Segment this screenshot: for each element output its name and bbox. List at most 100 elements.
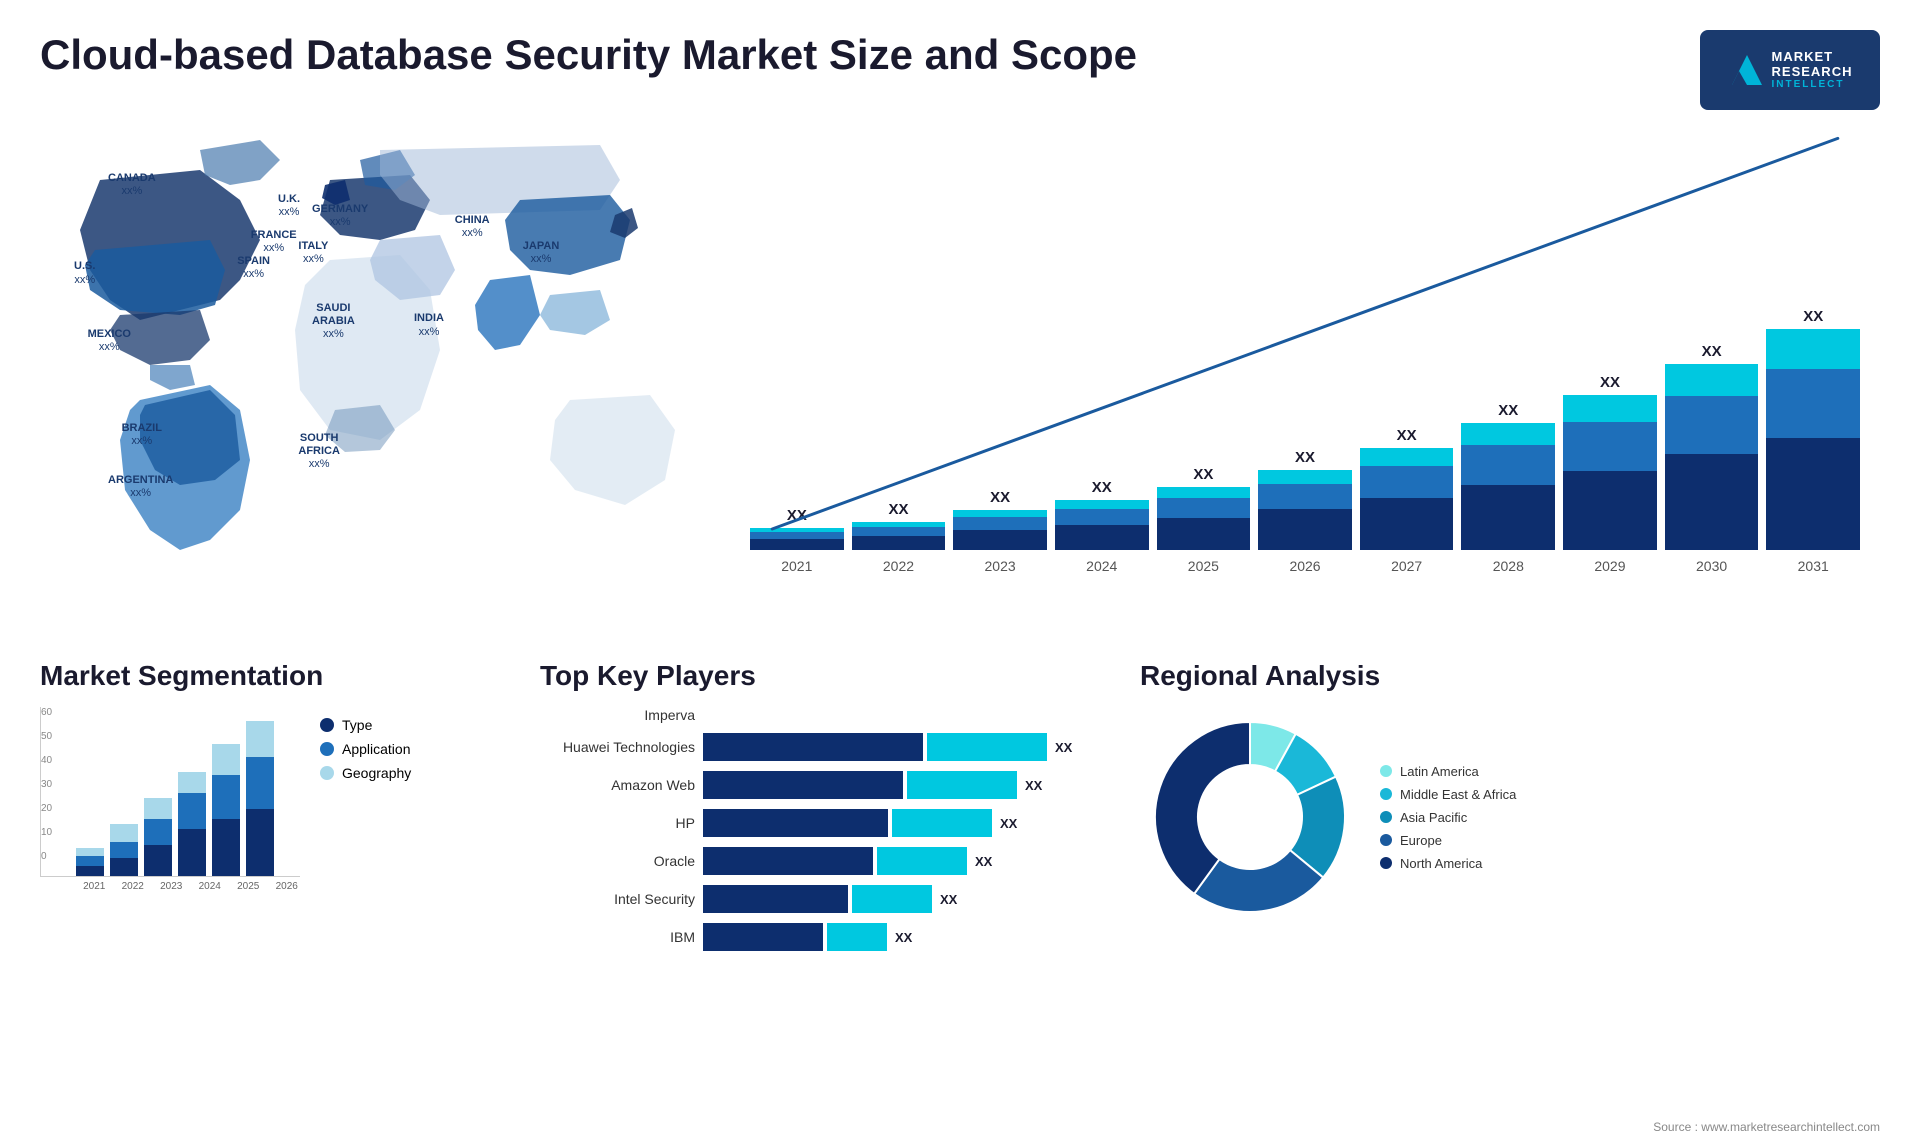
bar-year: 2022 bbox=[852, 558, 946, 574]
seg-type bbox=[178, 829, 206, 876]
player-bar-seg2 bbox=[892, 809, 992, 837]
bar-seg3 bbox=[953, 510, 1047, 517]
bar-group: XX bbox=[852, 501, 946, 550]
page-title: Cloud-based Database Security Market Siz… bbox=[40, 30, 1137, 80]
player-name: Intel Security bbox=[540, 891, 695, 907]
donut-legend-dot bbox=[1380, 834, 1392, 846]
key-players-section: Top Key Players ImpervaHuawei Technologi… bbox=[540, 660, 1120, 961]
player-bar-seg2 bbox=[827, 923, 887, 951]
bar-year: 2027 bbox=[1360, 558, 1454, 574]
player-value: XX bbox=[1025, 778, 1042, 793]
player-bar-container: XX bbox=[703, 809, 1017, 837]
player-bar-seg1 bbox=[703, 923, 823, 951]
seg-bar-group bbox=[110, 824, 138, 876]
bar-seg2 bbox=[1157, 498, 1251, 518]
player-name: IBM bbox=[540, 929, 695, 945]
player-row: OracleXX bbox=[540, 847, 1120, 875]
seg-app bbox=[76, 856, 104, 866]
seg-geo bbox=[178, 772, 206, 793]
player-bar-seg1 bbox=[703, 885, 848, 913]
seg-app bbox=[110, 842, 138, 858]
donut-legend-label: North America bbox=[1400, 856, 1482, 871]
donut-legend-dot bbox=[1380, 811, 1392, 823]
bar-seg1 bbox=[1461, 485, 1555, 550]
seg-geo bbox=[246, 721, 274, 757]
seg-bar-group bbox=[144, 798, 172, 876]
bar-group: XX bbox=[953, 489, 1047, 550]
seg-year: 2025 bbox=[235, 881, 262, 892]
logo-line3: INTELLECT bbox=[1772, 79, 1853, 90]
seg-type bbox=[110, 858, 138, 876]
bar-top-label: XX bbox=[1193, 466, 1213, 483]
player-row: HP XX bbox=[540, 809, 1120, 837]
player-value: XX bbox=[1055, 740, 1072, 755]
bar-year: 2029 bbox=[1563, 558, 1657, 574]
bar-seg3 bbox=[1157, 487, 1251, 498]
donut-legend-label: Europe bbox=[1400, 833, 1442, 848]
bar-seg2 bbox=[1665, 396, 1759, 454]
bar-seg1 bbox=[1055, 525, 1149, 550]
china-label: CHINAxx% bbox=[455, 214, 490, 240]
seg-year: 2024 bbox=[197, 881, 224, 892]
bar-year: 2021 bbox=[750, 558, 844, 574]
player-value: XX bbox=[940, 892, 957, 907]
france-label: FRANCExx% bbox=[251, 229, 297, 255]
bar-seg3 bbox=[1055, 500, 1149, 509]
bar-year: 2028 bbox=[1461, 558, 1555, 574]
seg-type bbox=[212, 819, 240, 876]
bar-seg2 bbox=[953, 517, 1047, 530]
seg-year: 2022 bbox=[120, 881, 147, 892]
player-bar-container: XX bbox=[703, 923, 912, 951]
donut-legend-item: Asia Pacific bbox=[1380, 810, 1516, 825]
canada-label: CANADAxx% bbox=[108, 172, 156, 198]
japan-label: JAPANxx% bbox=[523, 240, 559, 266]
bar-seg3 bbox=[1766, 329, 1860, 369]
bar-seg2 bbox=[1461, 445, 1555, 485]
bar-top-label: XX bbox=[1803, 308, 1823, 325]
player-bar-seg2 bbox=[927, 733, 1047, 761]
player-bar-seg2 bbox=[852, 885, 932, 913]
seg-app bbox=[212, 775, 240, 819]
bar-top-label: XX bbox=[1092, 479, 1112, 496]
world-map-section: CANADAxx% U.S.xx% MEXICOxx% BRAZILxx% AR… bbox=[40, 120, 720, 640]
seg-legend-item: Geography bbox=[320, 765, 411, 781]
bar-seg1 bbox=[1563, 471, 1657, 550]
bar-top-label: XX bbox=[1600, 374, 1620, 391]
logo: MARKET RESEARCH INTELLECT bbox=[1700, 30, 1880, 110]
seg-legend-dot bbox=[320, 718, 334, 732]
bar-seg1 bbox=[1157, 518, 1251, 550]
donut-legend-item: Latin America bbox=[1380, 764, 1516, 779]
bar-seg1 bbox=[750, 539, 844, 550]
seg-bar-group bbox=[178, 772, 206, 876]
player-bar-container: XX bbox=[703, 733, 1072, 761]
source-text: Source : www.marketresearchintellect.com bbox=[1653, 1120, 1880, 1134]
bar-seg3 bbox=[1258, 470, 1352, 484]
donut-legend-label: Middle East & Africa bbox=[1400, 787, 1516, 802]
regional-section: Regional Analysis Latin America Middle Ea… bbox=[1140, 660, 1880, 961]
logo-line1: MARKET bbox=[1772, 50, 1853, 64]
player-bar-seg1 bbox=[703, 809, 888, 837]
bar-seg1 bbox=[1360, 498, 1454, 550]
bar-seg2 bbox=[750, 532, 844, 539]
us-label: U.S.xx% bbox=[74, 260, 95, 286]
seg-legend-label: Geography bbox=[342, 765, 411, 781]
seg-app bbox=[144, 819, 172, 845]
bar-top-label: XX bbox=[888, 501, 908, 518]
donut-legend-item: Middle East & Africa bbox=[1380, 787, 1516, 802]
seg-type bbox=[246, 809, 274, 876]
seg-legend-dot bbox=[320, 766, 334, 780]
seg-legend-label: Application bbox=[342, 741, 411, 757]
bar-seg1 bbox=[1258, 509, 1352, 550]
player-bar-seg1 bbox=[703, 733, 923, 761]
player-name: HP bbox=[540, 815, 695, 831]
seg-year: 2026 bbox=[274, 881, 301, 892]
player-row: Imperva bbox=[540, 707, 1120, 723]
seg-bar-group bbox=[246, 721, 274, 876]
bar-group: XX bbox=[1563, 374, 1657, 550]
bar-year: 2025 bbox=[1157, 558, 1251, 574]
player-value: XX bbox=[1000, 816, 1017, 831]
regional-title: Regional Analysis bbox=[1140, 660, 1880, 692]
seg-legend: TypeApplicationGeography bbox=[320, 717, 411, 781]
bar-group: XX bbox=[1258, 449, 1352, 550]
bar-seg3 bbox=[1665, 364, 1759, 396]
